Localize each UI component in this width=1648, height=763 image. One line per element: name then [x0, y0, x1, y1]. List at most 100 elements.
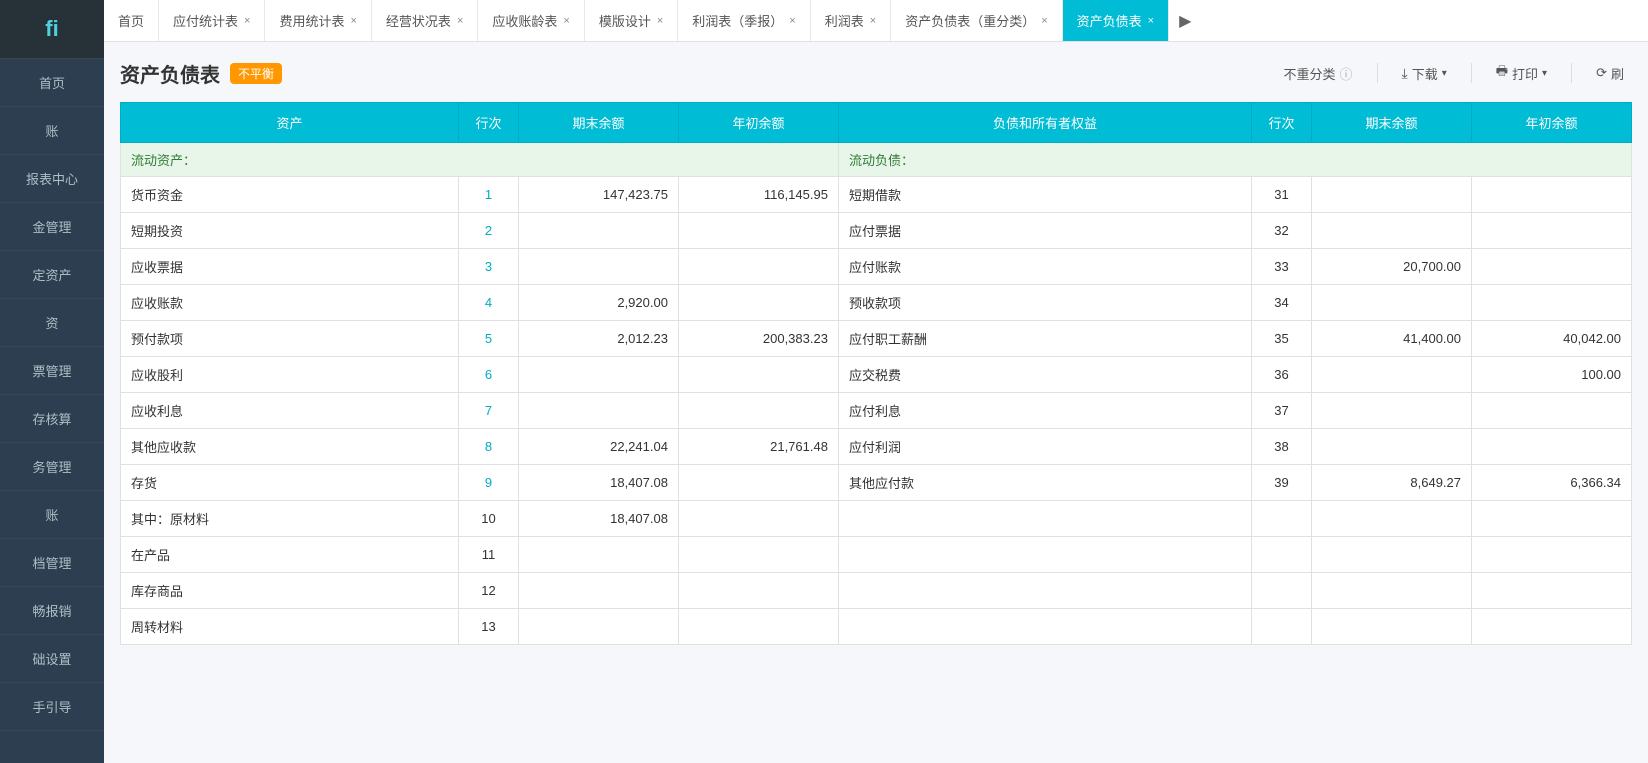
sidebar-item-home[interactable]: 首页	[0, 59, 104, 107]
sidebar-item-invoice-mgmt[interactable]: 票管理	[0, 347, 104, 395]
left-item-name[interactable]: 在产品	[121, 537, 459, 573]
left-item-name[interactable]: 应收股利	[121, 357, 459, 393]
right-beg-amount[interactable]	[1472, 429, 1632, 465]
tab-biz-status[interactable]: 经营状况表 ×	[372, 0, 478, 42]
sidebar-item-ledger[interactable]: 账	[0, 491, 104, 539]
left-beg-amount[interactable]	[678, 213, 838, 249]
right-item-name[interactable]: 应付利润	[838, 429, 1251, 465]
sidebar-item-base-settings[interactable]: 础设置	[0, 635, 104, 683]
right-beg-amount[interactable]	[1472, 213, 1632, 249]
right-end-amount[interactable]: 8,649.27	[1312, 465, 1472, 501]
print-action[interactable]: 🖶 打印 ▾	[1488, 58, 1555, 88]
left-end-amount[interactable]	[518, 213, 678, 249]
left-end-amount[interactable]	[518, 609, 678, 645]
right-end-amount[interactable]: 41,400.00	[1312, 321, 1472, 357]
left-end-amount[interactable]: 147,423.75	[518, 177, 678, 213]
left-item-name[interactable]: 应收票据	[121, 249, 459, 285]
sidebar-item-tax-mgmt[interactable]: 务管理	[0, 443, 104, 491]
tab-home[interactable]: 首页	[104, 0, 159, 42]
tab-template-design[interactable]: 模版设计 ×	[585, 0, 678, 42]
left-beg-amount[interactable]	[678, 573, 838, 609]
no-reclassify-action[interactable]: 不重分类 ⓘ	[1275, 60, 1360, 87]
right-item-name[interactable]: 应付利息	[838, 393, 1251, 429]
right-item-name[interactable]: 应付账款	[838, 249, 1251, 285]
tab-more-button[interactable]: ▶	[1169, 11, 1201, 31]
sidebar-item-guide[interactable]: 手引导	[0, 683, 104, 731]
left-end-amount[interactable]: 2,920.00	[518, 285, 678, 321]
sidebar-item-report-center[interactable]: 报表中心	[0, 155, 104, 203]
tab-close-balance[interactable]: ×	[1148, 15, 1154, 27]
right-end-amount[interactable]	[1312, 501, 1472, 537]
left-end-amount[interactable]	[518, 357, 678, 393]
tab-close-balance-reclassified[interactable]: ×	[1041, 15, 1047, 27]
right-item-name[interactable]	[838, 537, 1251, 573]
left-item-name[interactable]: 其他应收款	[121, 429, 459, 465]
left-end-amount[interactable]: 18,407.08	[518, 501, 678, 537]
right-item-name[interactable]	[838, 573, 1251, 609]
left-beg-amount[interactable]	[678, 285, 838, 321]
sidebar-item-asset[interactable]: 资	[0, 299, 104, 347]
right-beg-amount[interactable]: 6,366.34	[1472, 465, 1632, 501]
right-beg-amount[interactable]	[1472, 285, 1632, 321]
right-beg-amount[interactable]	[1472, 393, 1632, 429]
sidebar-item-account[interactable]: 账	[0, 107, 104, 155]
help-icon[interactable]: ⓘ	[1339, 64, 1352, 83]
right-end-amount[interactable]	[1312, 573, 1472, 609]
tab-balance[interactable]: 资产负债表 ×	[1063, 0, 1169, 42]
right-end-amount[interactable]	[1312, 285, 1472, 321]
left-end-amount[interactable]	[518, 573, 678, 609]
left-end-amount[interactable]: 2,012.23	[518, 321, 678, 357]
sidebar-item-doc-mgmt[interactable]: 档管理	[0, 539, 104, 587]
right-beg-amount[interactable]	[1472, 249, 1632, 285]
left-beg-amount[interactable]	[678, 357, 838, 393]
right-item-name[interactable]: 预收款项	[838, 285, 1251, 321]
tab-close-payable-stat[interactable]: ×	[244, 15, 250, 27]
left-end-amount[interactable]	[518, 249, 678, 285]
sidebar-item-fixed-assets[interactable]: 定资产	[0, 251, 104, 299]
right-end-amount[interactable]: 20,700.00	[1312, 249, 1472, 285]
right-beg-amount[interactable]	[1472, 573, 1632, 609]
right-end-amount[interactable]	[1312, 537, 1472, 573]
right-beg-amount[interactable]	[1472, 609, 1632, 645]
right-item-name[interactable]: 其他应付款	[838, 465, 1251, 501]
left-beg-amount[interactable]	[678, 393, 838, 429]
tab-close-profit[interactable]: ×	[870, 15, 876, 27]
right-item-name[interactable]: 应付职工薪酬	[838, 321, 1251, 357]
left-item-name[interactable]: 短期投资	[121, 213, 459, 249]
left-item-name[interactable]: 周转材料	[121, 609, 459, 645]
tab-profit[interactable]: 利润表 ×	[811, 0, 891, 42]
right-beg-amount[interactable]: 40,042.00	[1472, 321, 1632, 357]
left-item-name[interactable]: 应收利息	[121, 393, 459, 429]
right-beg-amount[interactable]	[1472, 501, 1632, 537]
left-beg-amount[interactable]	[678, 465, 838, 501]
sidebar-item-fund-mgmt[interactable]: 金管理	[0, 203, 104, 251]
sidebar-item-inventory[interactable]: 存核算	[0, 395, 104, 443]
right-item-name[interactable]: 短期借款	[838, 177, 1251, 213]
right-end-amount[interactable]	[1312, 429, 1472, 465]
left-end-amount[interactable]: 22,241.04	[518, 429, 678, 465]
right-beg-amount[interactable]	[1472, 177, 1632, 213]
right-item-name[interactable]: 应交税费	[838, 357, 1251, 393]
refresh-action[interactable]: ⟳ 刷	[1588, 60, 1632, 87]
right-item-name[interactable]	[838, 501, 1251, 537]
left-item-name[interactable]: 库存商品	[121, 573, 459, 609]
right-item-name[interactable]: 应付票据	[838, 213, 1251, 249]
right-end-amount[interactable]	[1312, 177, 1472, 213]
tab-close-profit-quarterly[interactable]: ×	[789, 15, 795, 27]
left-beg-amount[interactable]	[678, 249, 838, 285]
left-end-amount[interactable]: 18,407.08	[518, 465, 678, 501]
download-action[interactable]: ⤓ 下载 ▾	[1394, 60, 1455, 87]
right-beg-amount[interactable]: 100.00	[1472, 357, 1632, 393]
tab-close-expense-stat[interactable]: ×	[350, 15, 356, 27]
left-beg-amount[interactable]	[678, 609, 838, 645]
sidebar-item-expense[interactable]: 畅报销	[0, 587, 104, 635]
right-end-amount[interactable]	[1312, 213, 1472, 249]
tab-expense-stat[interactable]: 费用统计表 ×	[265, 0, 371, 42]
left-item-name[interactable]: 货币资金	[121, 177, 459, 213]
right-end-amount[interactable]	[1312, 393, 1472, 429]
tab-payable-stat[interactable]: 应付统计表 ×	[159, 0, 265, 42]
left-end-amount[interactable]	[518, 393, 678, 429]
tab-receivable-aging[interactable]: 应收账龄表 ×	[478, 0, 584, 42]
tab-close-biz-status[interactable]: ×	[457, 15, 463, 27]
tab-balance-reclassified[interactable]: 资产负债表（重分类） ×	[891, 0, 1062, 42]
